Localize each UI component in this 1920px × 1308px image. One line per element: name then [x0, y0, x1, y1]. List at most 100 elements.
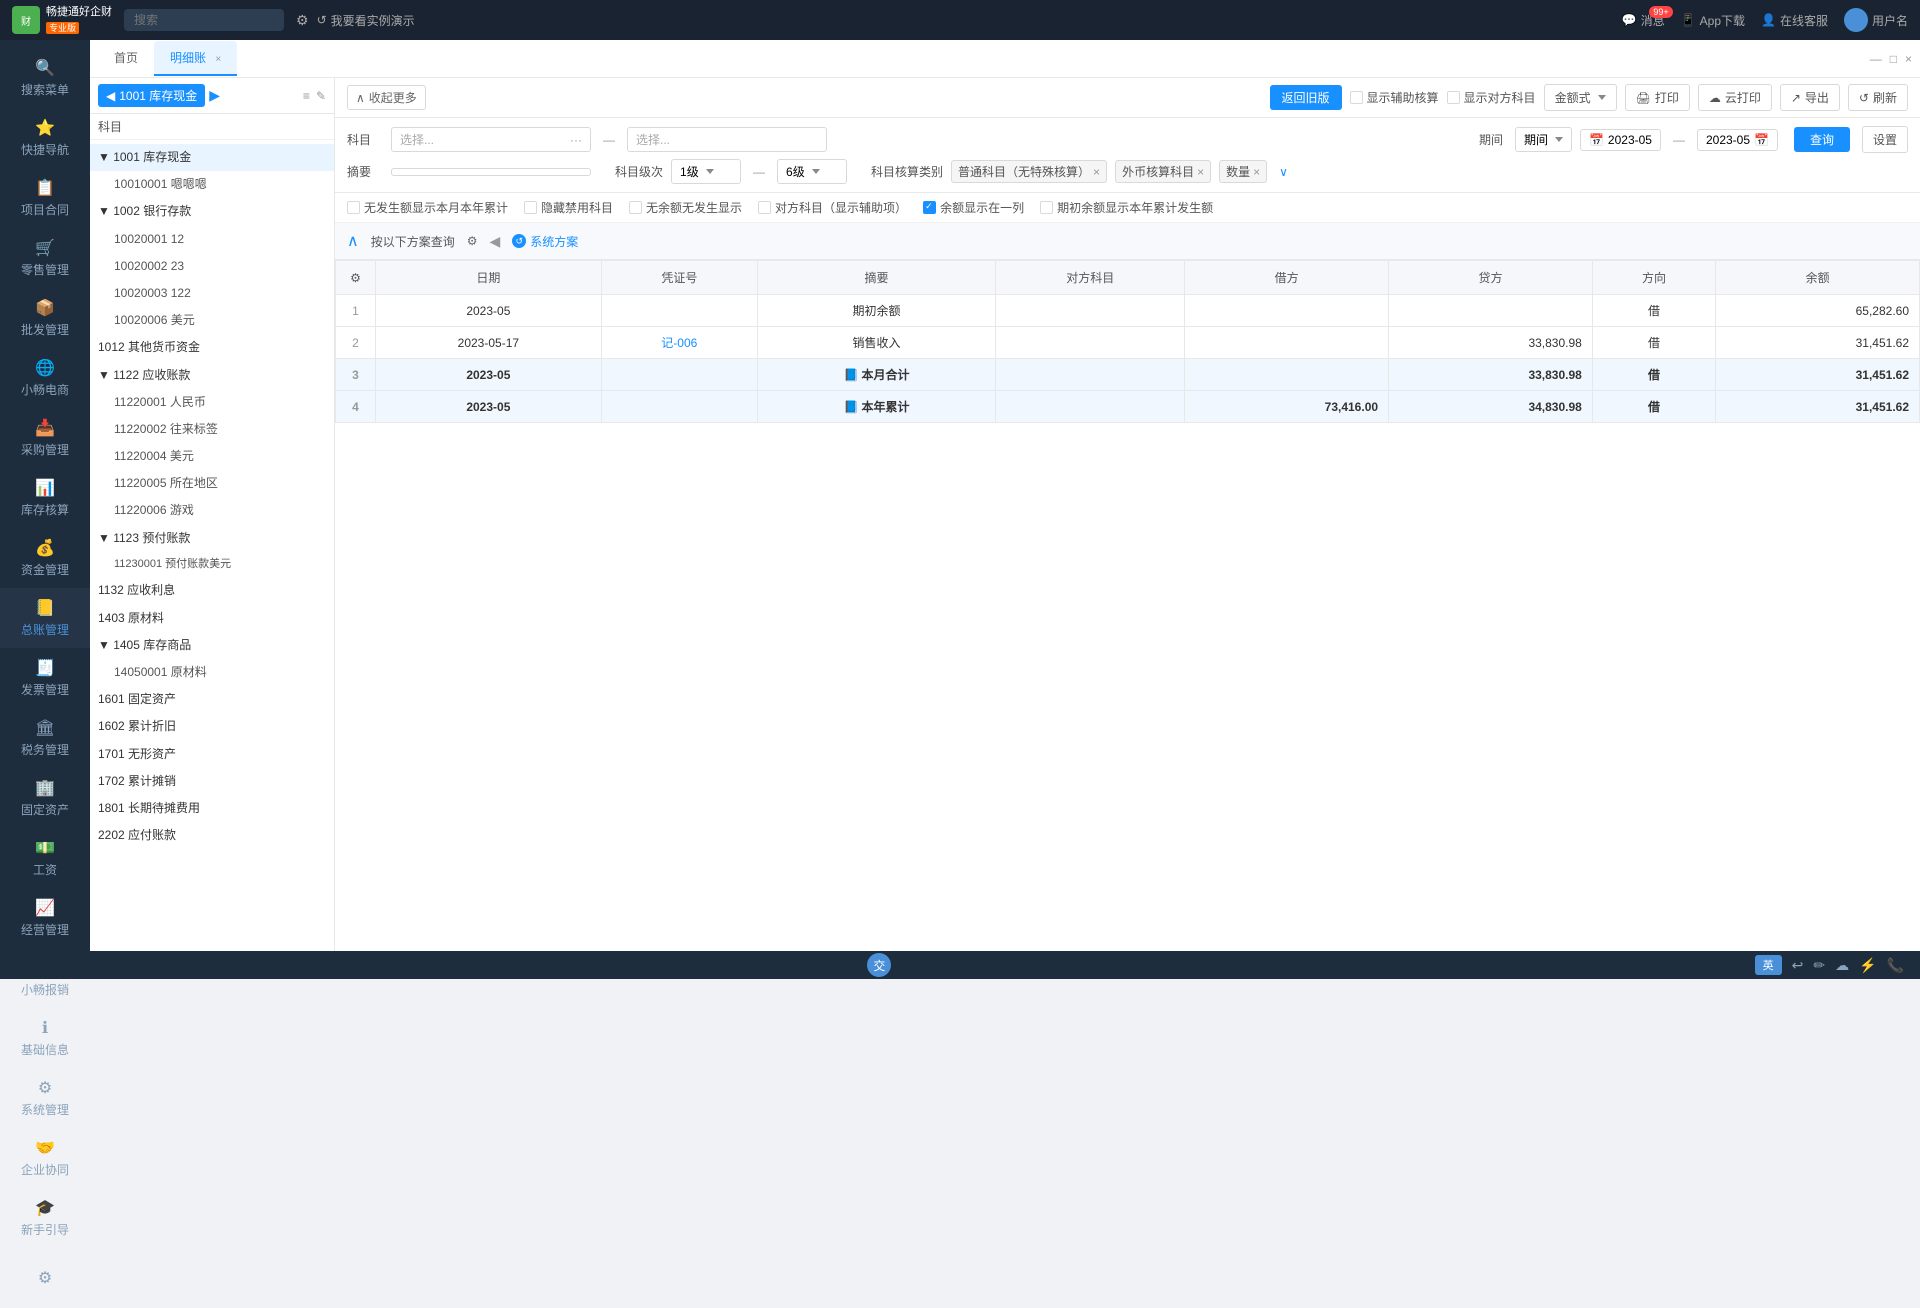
- th-settings[interactable]: ⚙: [336, 261, 376, 295]
- account-search-button[interactable]: ◀ 1001 库存现金: [98, 84, 205, 107]
- bottom-icon-4[interactable]: ⚡: [1859, 957, 1876, 974]
- sidebar-item-ledger[interactable]: 📒 总账管理: [0, 588, 90, 648]
- sidebar-item-invoice[interactable]: 🧾 发票管理: [0, 648, 90, 708]
- tag-foreign[interactable]: 外币核算科目 ×: [1115, 160, 1211, 183]
- sidebar-item-wholesale[interactable]: 📦 批发管理: [0, 288, 90, 348]
- tree-item-11220001[interactable]: 11220001 人民币: [90, 389, 334, 416]
- bottom-icon-3[interactable]: ☁: [1835, 957, 1849, 974]
- sidebar-item-fixedassets[interactable]: 🏢 固定资产: [0, 768, 90, 828]
- gear-button[interactable]: ⚙: [296, 12, 309, 29]
- bottom-icon-1[interactable]: ↩: [1792, 957, 1804, 974]
- tag-common[interactable]: 普通科目（无特殊核算） ×: [951, 160, 1107, 183]
- tree-item-1601[interactable]: 1601 固定资产: [90, 686, 334, 713]
- summary-input[interactable]: [391, 168, 591, 176]
- tree-item-1702[interactable]: 1702 累计摊销: [90, 768, 334, 795]
- tree-item-11220005[interactable]: 11220005 所在地区: [90, 470, 334, 497]
- account-nav-next[interactable]: ▶: [209, 87, 220, 104]
- tree-item-1012[interactable]: 1012 其他货币资金: [90, 334, 334, 361]
- tab-maximize-button[interactable]: □: [1890, 52, 1897, 66]
- tree-item-1801[interactable]: 1801 长期待摊费用: [90, 795, 334, 822]
- lang-button[interactable]: 英: [1755, 955, 1782, 975]
- tab-home[interactable]: 首页: [98, 41, 154, 76]
- tree-item-11230001[interactable]: 11230001 预付账款美元: [90, 552, 334, 578]
- tree-item-10020002[interactable]: 10020002 23: [90, 253, 334, 280]
- tree-item-1602[interactable]: 1602 累计折旧: [90, 713, 334, 740]
- tag-quantity[interactable]: 数量 ×: [1219, 160, 1267, 183]
- return-old-button[interactable]: 返回旧版: [1270, 85, 1342, 110]
- tree-item-1123[interactable]: ▼ 1123 预付账款: [90, 525, 334, 552]
- list-view-icon[interactable]: ≡: [303, 89, 310, 103]
- export-button[interactable]: ↗ 导出: [1780, 84, 1840, 111]
- edit-icon[interactable]: ✎: [316, 89, 326, 103]
- expand-query-icon[interactable]: ∧: [347, 231, 359, 251]
- sidebar-item-project[interactable]: 📋 项目合同: [0, 168, 90, 228]
- tree-item-1701[interactable]: 1701 无形资产: [90, 741, 334, 768]
- period-from-input[interactable]: 📅 2023-05: [1580, 129, 1661, 151]
- bottom-icon-2[interactable]: ✏: [1813, 957, 1825, 974]
- show-opposite-checkbox[interactable]: 显示对方科目: [1447, 89, 1536, 106]
- amount-format-button[interactable]: 金额式: [1544, 84, 1617, 111]
- quantity-expand[interactable]: ∨: [1279, 165, 1288, 179]
- tree-item-1122[interactable]: ▼ 1122 应收账款: [90, 362, 334, 389]
- tab-close-button[interactable]: ×: [215, 54, 221, 65]
- tree-item-1405[interactable]: ▼ 1405 库存商品: [90, 632, 334, 659]
- tree-item-10020003[interactable]: 10020003 122: [90, 280, 334, 307]
- tag-common-close[interactable]: ×: [1093, 165, 1100, 179]
- sidebar-item-search[interactable]: 🔍 搜索菜单: [0, 48, 90, 108]
- app-download-button[interactable]: 📱 App下载: [1681, 12, 1745, 29]
- show-aux-checkbox[interactable]: 显示辅助核算: [1350, 89, 1439, 106]
- demo-button[interactable]: ↺ 我要看实例演示: [317, 12, 415, 29]
- tree-item-1001[interactable]: ▼ 1001 库存现金: [90, 144, 334, 171]
- option-opening-balance[interactable]: 期初余额显示本年累计发生额: [1040, 199, 1213, 216]
- tree-item-11220002[interactable]: 11220002 往来标签: [90, 416, 334, 443]
- tree-item-2202[interactable]: 2202 应付账款: [90, 822, 334, 849]
- system-method-button[interactable]: ↺ 系统方案: [512, 233, 578, 250]
- user-area[interactable]: 用户名: [1844, 8, 1908, 32]
- print-button[interactable]: 🖨 打印: [1625, 84, 1690, 111]
- tag-foreign-close[interactable]: ×: [1197, 165, 1204, 179]
- bottom-icon-5[interactable]: 📞: [1887, 957, 1904, 974]
- refresh-button[interactable]: ↺ 刷新: [1848, 84, 1908, 111]
- collapse-button[interactable]: ∧ 收起更多: [347, 85, 426, 110]
- online-service-button[interactable]: 👤 在线客服: [1761, 12, 1828, 29]
- option-no-amount[interactable]: 无发生额显示本月本年累计: [347, 199, 508, 216]
- settings-button[interactable]: 设置: [1862, 126, 1908, 153]
- sidebar-item-purchase[interactable]: 📥 采购管理: [0, 408, 90, 468]
- sidebar-item-quicknav[interactable]: ⭐ 快捷导航: [0, 108, 90, 168]
- cloud-print-button[interactable]: ☁ 云打印: [1698, 84, 1772, 111]
- tree-item-1403[interactable]: 1403 原材料: [90, 605, 334, 632]
- period-type-select[interactable]: 期间: [1515, 127, 1572, 152]
- tab-close-window-button[interactable]: ×: [1905, 52, 1912, 66]
- option-opposite-account[interactable]: 对方科目（显示辅助项）: [758, 199, 907, 216]
- level-from-select[interactable]: 1级: [671, 159, 741, 184]
- tree-item-1002[interactable]: ▼ 1002 银行存款: [90, 198, 334, 225]
- tree-item-14050001[interactable]: 14050001 原材料: [90, 659, 334, 686]
- level-to-select[interactable]: 6级: [777, 159, 847, 184]
- sidebar-item-baseinfo[interactable]: ℹ 基础信息: [0, 1008, 90, 1068]
- option-hide-disabled[interactable]: 隐藏禁用科目: [524, 199, 613, 216]
- tree-item-10010001[interactable]: 10010001 嗯嗯嗯: [90, 171, 334, 198]
- tree-item-11220006[interactable]: 11220006 游戏: [90, 497, 334, 524]
- option-balance-one-col[interactable]: 余额显示在一列: [923, 199, 1024, 216]
- sidebar-item-inventory[interactable]: 📊 库存核算: [0, 468, 90, 528]
- message-button[interactable]: 💬 消息 99+: [1622, 12, 1665, 29]
- sidebar-item-guide[interactable]: 🎓 新手引导: [0, 1188, 90, 1248]
- subject-input[interactable]: 选择... ···: [391, 127, 591, 152]
- sidebar-item-settings[interactable]: ⚙: [34, 1258, 56, 1298]
- tree-item-10020001[interactable]: 10020001 12: [90, 226, 334, 253]
- option-no-balance[interactable]: 无余额无发生显示: [629, 199, 742, 216]
- sidebar-item-finance[interactable]: 💰 资金管理: [0, 528, 90, 588]
- global-search-input[interactable]: [124, 9, 284, 31]
- tab-minimize-button[interactable]: —: [1870, 52, 1882, 66]
- sidebar-item-salary[interactable]: 💵 工资: [0, 828, 90, 888]
- sidebar-item-retail[interactable]: 🛒 零售管理: [0, 228, 90, 288]
- row-voucher-2[interactable]: 记-006: [601, 327, 757, 359]
- subject-input-end[interactable]: 选择...: [627, 127, 827, 152]
- sidebar-item-system[interactable]: ⚙ 系统管理: [0, 1068, 90, 1128]
- search-button[interactable]: 查询: [1794, 127, 1850, 152]
- tag-quantity-close[interactable]: ×: [1253, 165, 1260, 179]
- sidebar-item-operations[interactable]: 📈 经营管理: [0, 888, 90, 948]
- tree-item-11220004[interactable]: 11220004 美元: [90, 443, 334, 470]
- tree-item-1132[interactable]: 1132 应收利息: [90, 577, 334, 604]
- sidebar-item-collab[interactable]: 🤝 企业协同: [0, 1128, 90, 1188]
